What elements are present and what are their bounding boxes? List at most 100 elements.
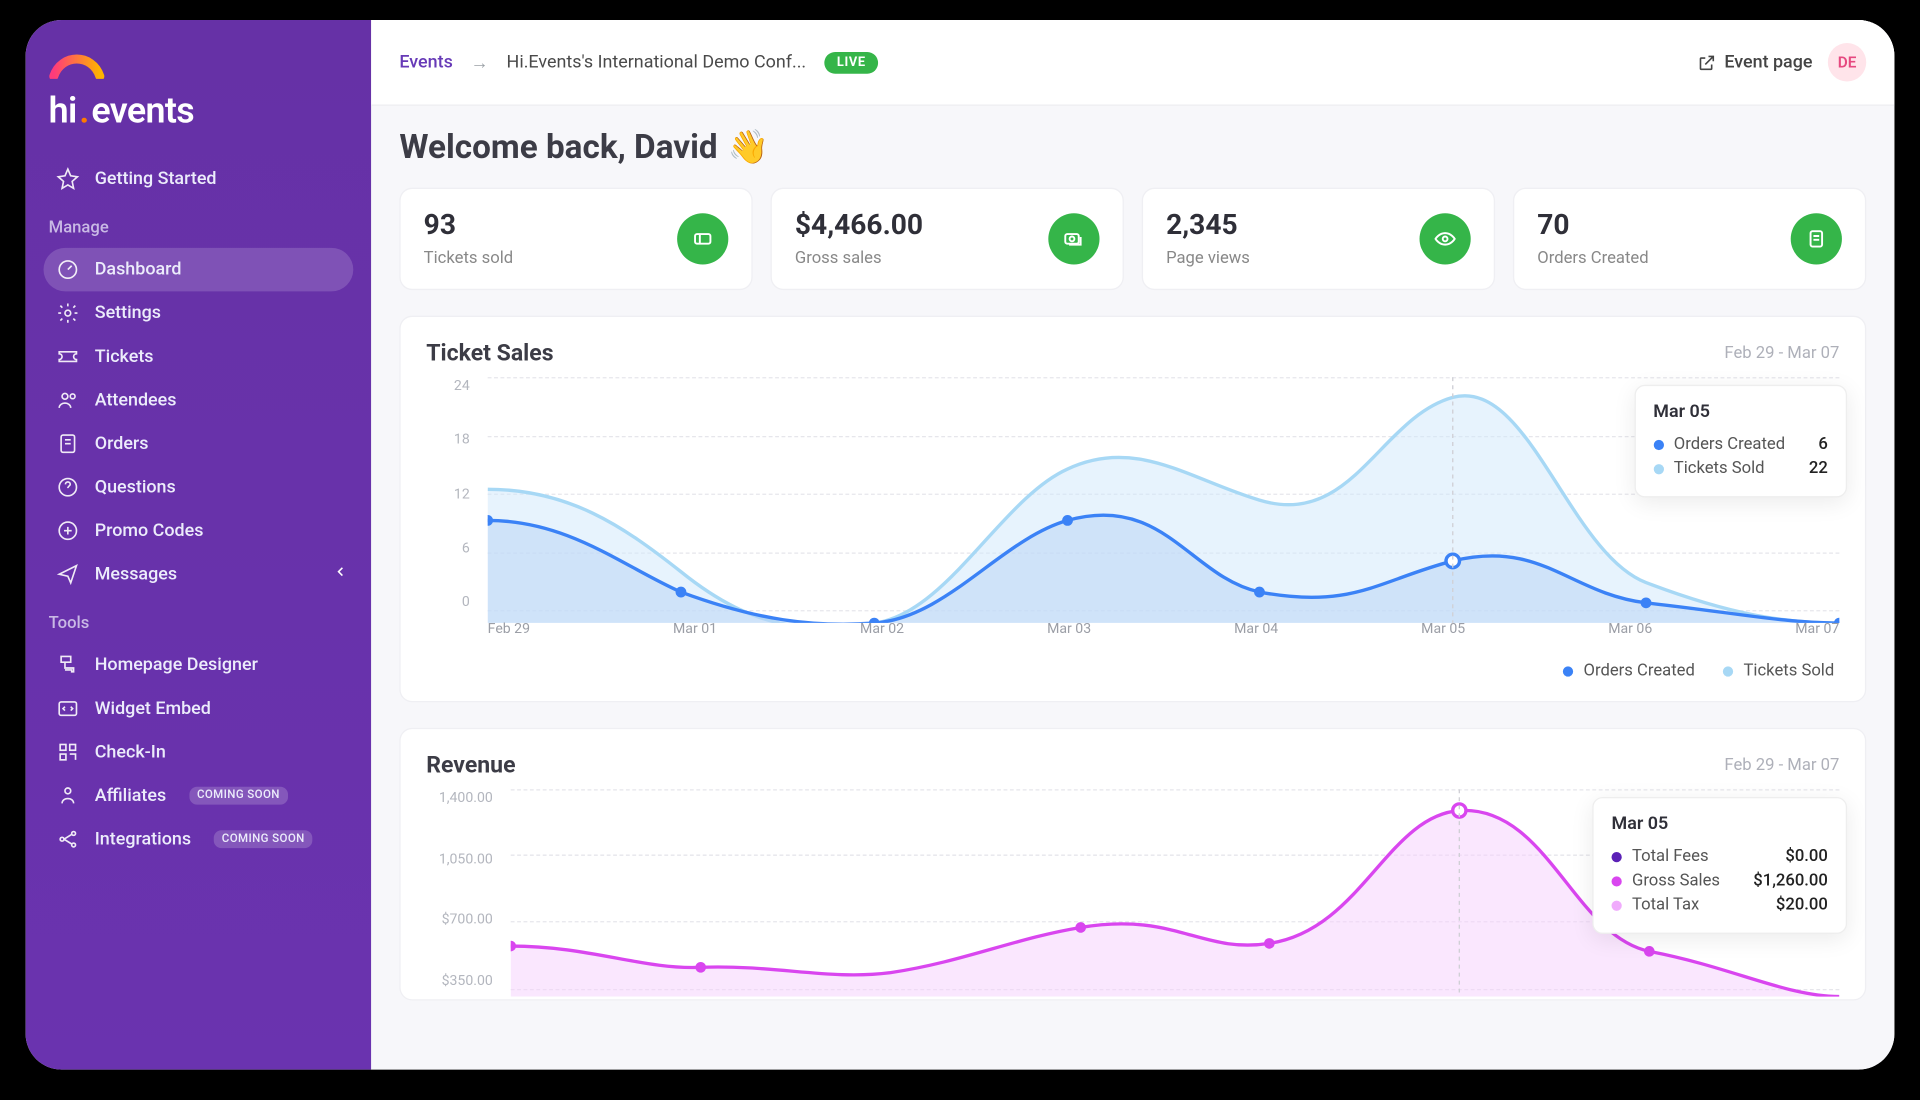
y-tick: 0 <box>426 593 470 610</box>
nav-label: Questions <box>95 477 176 497</box>
breadcrumb-event[interactable]: Hi.Events's International Demo Conf... <box>507 52 807 72</box>
nav-dashboard[interactable]: Dashboard <box>44 248 354 292</box>
nav-messages[interactable]: Messages <box>44 552 354 596</box>
nav-promo-codes[interactable]: Promo Codes <box>44 509 354 553</box>
chart-title: Revenue <box>426 752 515 779</box>
x-tick: Mar 05 <box>1421 620 1465 648</box>
x-tick: Mar 06 <box>1608 620 1652 648</box>
nav-orders[interactable]: Orders <box>44 422 354 466</box>
y-tick: 1,400.00 <box>426 789 493 806</box>
nav-label: Orders <box>95 433 149 453</box>
y-axis: 24 18 12 6 0 <box>426 377 480 610</box>
nav-check-in[interactable]: Check-In <box>44 730 354 774</box>
stat-value: 2,345 <box>1166 209 1250 241</box>
y-tick: 18 <box>426 431 470 448</box>
stat-value: 93 <box>424 209 513 241</box>
affiliate-icon <box>56 784 79 807</box>
chart-date-range: Feb 29 - Mar 07 <box>1724 344 1839 363</box>
nav-label: Getting Started <box>95 168 217 188</box>
nav-affiliates[interactable]: Affiliates COMING SOON <box>44 774 354 818</box>
tooltip-label: Orders Created <box>1674 435 1785 454</box>
nav-label: Widget Embed <box>95 698 211 718</box>
chart-tooltip: Mar 05 Orders Created 6 Tickets Sold 22 <box>1634 385 1847 498</box>
chevron-left-icon[interactable] <box>333 564 348 584</box>
nav-label: Dashboard <box>95 259 182 279</box>
receipt-icon <box>56 432 79 455</box>
stat-gross-sales: $4,466.00 Gross sales <box>771 188 1124 290</box>
legend-orders[interactable]: Orders Created <box>1563 661 1695 680</box>
avatar[interactable]: DE <box>1828 43 1866 81</box>
breadcrumb-root[interactable]: Events <box>399 52 452 72</box>
nav-label: Messages <box>95 564 177 584</box>
x-tick: Feb 29 <box>488 620 530 648</box>
cash-icon <box>1048 213 1099 264</box>
nav-label: Settings <box>95 303 161 323</box>
nav-label: Attendees <box>95 390 177 410</box>
nav-settings[interactable]: Settings <box>44 291 354 335</box>
welcome-text: Welcome back, David <box>399 129 717 167</box>
tooltip-value: $20.00 <box>1776 896 1828 915</box>
nav-widget-embed[interactable]: Widget Embed <box>44 687 354 731</box>
event-page-link[interactable]: Event page <box>1697 52 1812 72</box>
chart-tooltip: Mar 05 Total Fees $0.00 Gross Sales $1,2… <box>1592 797 1847 934</box>
app-frame: hi.events Getting Started Manage Dashboa… <box>26 20 1895 1070</box>
stat-label: Tickets sold <box>424 249 513 268</box>
nav-label: Promo Codes <box>95 520 204 540</box>
nav-label: Tickets <box>95 346 154 366</box>
y-tick: 1,050.00 <box>426 850 493 867</box>
legend-tickets[interactable]: Tickets Sold <box>1723 661 1834 680</box>
coming-soon-badge: COMING SOON <box>189 787 287 805</box>
stat-value: 70 <box>1537 209 1648 241</box>
nav-tickets[interactable]: Tickets <box>44 335 354 379</box>
nav-label: Check-In <box>95 742 166 762</box>
nav-label: Homepage Designer <box>95 655 258 675</box>
tooltip-value: 6 <box>1818 435 1827 454</box>
tooltip-title: Mar 05 <box>1653 401 1828 421</box>
revenue-chart-card: Revenue Feb 29 - Mar 07 1,400.00 1,050.0… <box>399 728 1866 1001</box>
x-tick: Mar 07 <box>1795 620 1839 648</box>
tooltip-value: $1,260.00 <box>1753 871 1828 890</box>
paint-icon <box>56 654 79 677</box>
stat-page-views: 2,345 Page views <box>1142 188 1495 290</box>
wave-icon: 👋 <box>728 129 769 167</box>
receipt-icon <box>1791 213 1842 264</box>
brand-logo[interactable]: hi.events <box>44 51 354 157</box>
stat-label: Page views <box>1166 249 1250 268</box>
chart-date-range: Feb 29 - Mar 07 <box>1724 756 1839 775</box>
nav-integrations[interactable]: Integrations COMING SOON <box>44 817 354 861</box>
stat-orders-created: 70 Orders Created <box>1513 188 1866 290</box>
x-tick: Mar 03 <box>1047 620 1091 648</box>
brand-text-2: events <box>91 89 194 131</box>
legend-label: Orders Created <box>1584 661 1695 680</box>
ticket-chart-body: 24 18 12 6 0 <box>426 377 1839 648</box>
sidebar: hi.events Getting Started Manage Dashboa… <box>26 20 372 1070</box>
gauge-icon <box>56 258 79 281</box>
stat-tickets-sold: 93 Tickets sold <box>399 188 752 290</box>
x-tick: Mar 04 <box>1234 620 1278 648</box>
tooltip-label: Total Tax <box>1632 896 1699 915</box>
logo-arc-icon <box>49 51 105 84</box>
y-tick: 12 <box>426 485 470 502</box>
topbar: Events → Hi.Events's International Demo … <box>371 20 1894 106</box>
nav-questions[interactable]: Questions <box>44 465 354 509</box>
qr-icon <box>56 741 79 764</box>
nav-getting-started[interactable]: Getting Started <box>44 157 354 201</box>
tooltip-value: 22 <box>1809 459 1828 478</box>
stats-row: 93 Tickets sold $4,466.00 Gross sales 2,… <box>399 188 1866 290</box>
gear-icon <box>56 302 79 325</box>
stat-label: Orders Created <box>1537 249 1648 268</box>
nav-homepage-designer[interactable]: Homepage Designer <box>44 643 354 687</box>
tooltip-label: Gross Sales <box>1632 871 1720 890</box>
users-icon <box>56 389 79 412</box>
tooltip-value: $0.00 <box>1785 847 1827 866</box>
welcome-heading: Welcome back, David 👋 <box>399 129 1866 167</box>
nav-attendees[interactable]: Attendees <box>44 378 354 422</box>
embed-icon <box>56 697 79 720</box>
x-tick: Mar 01 <box>673 620 717 648</box>
star-icon <box>56 167 79 190</box>
ticket-sales-chart-card: Ticket Sales Feb 29 - Mar 07 24 18 12 6 … <box>399 316 1866 703</box>
coming-soon-badge: COMING SOON <box>214 830 312 848</box>
tag-icon <box>56 519 79 542</box>
section-tools: Tools <box>44 596 354 643</box>
stat-value: $4,466.00 <box>795 209 923 241</box>
